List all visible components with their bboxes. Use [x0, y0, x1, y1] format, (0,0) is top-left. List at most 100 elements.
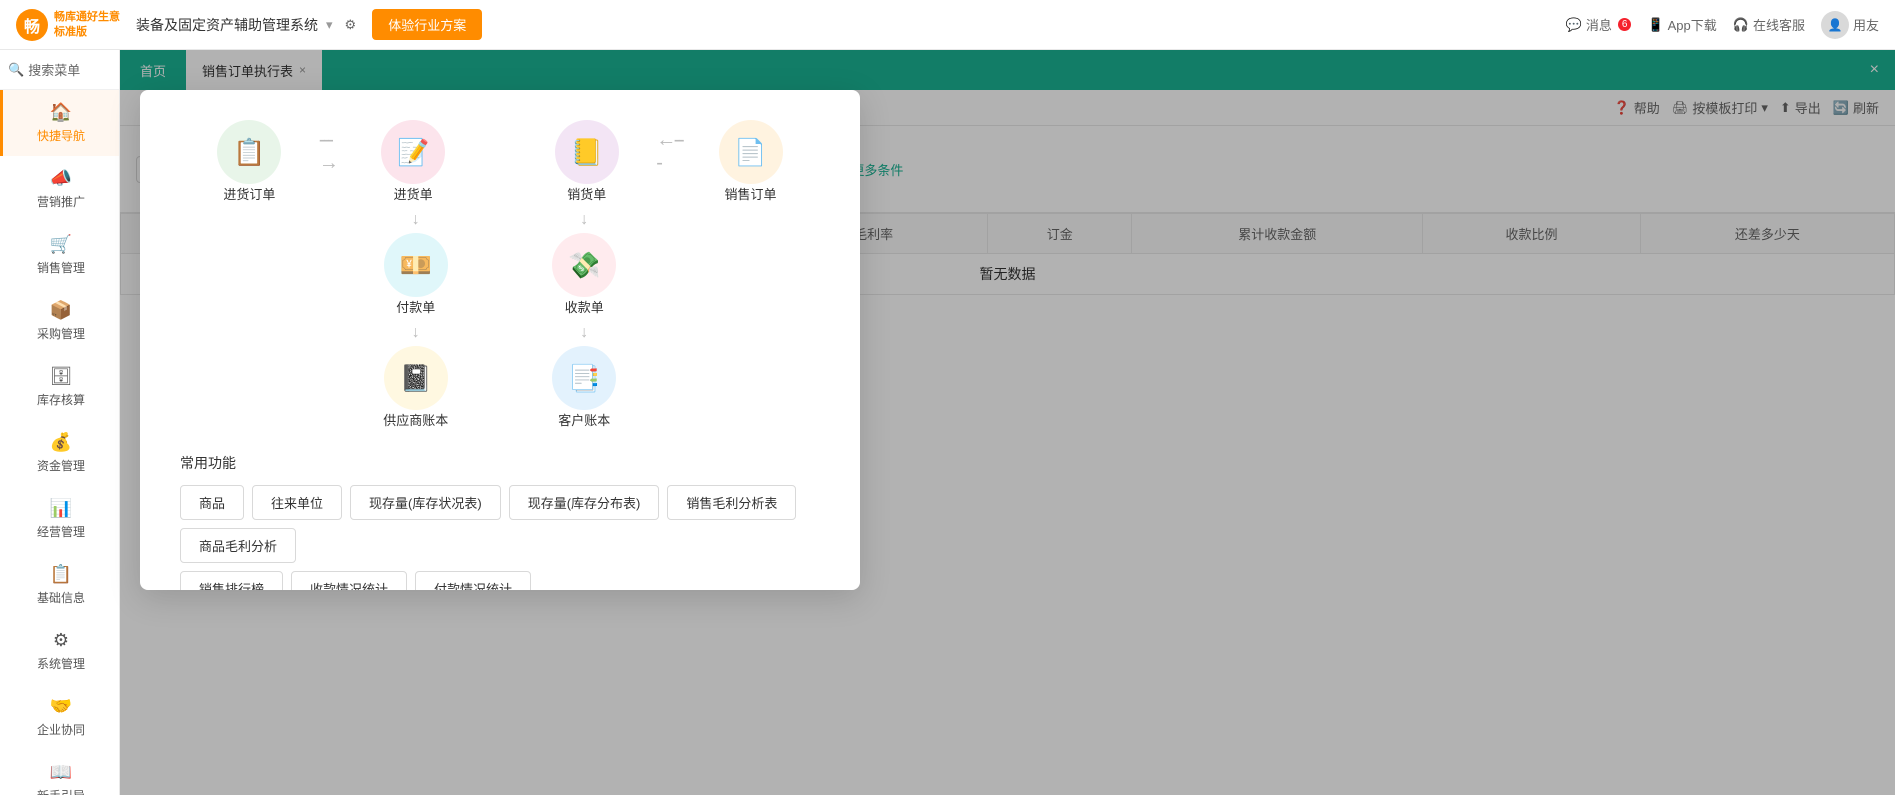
flow-cell-purchase-order: 📋 进货订单 [180, 120, 319, 203]
dropdown-icon[interactable]: ▾ [326, 17, 333, 33]
sales-order-label: 销售订单 [725, 184, 777, 203]
sidebar-item-enterprise[interactable]: 🤝 企业协同 [0, 684, 119, 750]
sales-order-circle[interactable]: 📄 [719, 120, 783, 184]
system-icon: ⚙ [53, 630, 69, 651]
sidebar-search[interactable]: 🔍 搜索菜单 [0, 50, 119, 90]
sidebar-label-system: 系统管理 [37, 655, 85, 672]
func-btn-payment-stats[interactable]: 付款情况统计 [415, 571, 531, 590]
payment-icon: 💴 [400, 250, 432, 281]
app-download-item[interactable]: 📱 App下载 [1647, 15, 1716, 34]
online-service-label: 在线客服 [1753, 15, 1805, 34]
supplier-label: 供应商账本 [383, 410, 448, 429]
message-item[interactable]: 💬 消息 6 [1566, 15, 1632, 34]
func-btn-sales-rank[interactable]: 销售排行榜 [180, 571, 283, 590]
spacer-arrow-m [483, 211, 517, 229]
purchase-icon: 📦 [50, 300, 72, 321]
sidebar: 🔍 搜索菜单 🏠 快捷导航 📣 营销推广 🛒 销售管理 📦 采购管理 🗄 库存核… [0, 50, 120, 795]
flow-cell-sales-order: 📄 销售订单 [681, 120, 820, 203]
user-name: 用友 [1853, 15, 1879, 34]
down-arrow-icon-4: ↓ [580, 324, 588, 342]
sidebar-item-basic-info[interactable]: 📋 基础信息 [0, 552, 119, 618]
sidebar-label-basic-info: 基础信息 [37, 589, 85, 606]
func-btn-receipt-stats[interactable]: 收款情况统计 [291, 571, 407, 590]
function-buttons-grid: 商品 往来单位 现存量(库存状况表) 现存量(库存分布表) 销售毛利分析表 商品… [180, 485, 820, 563]
home-icon: 🏠 [50, 102, 72, 123]
flow-cell-purchase-slip: 📝 进货单 [344, 120, 483, 203]
sidebar-label-guide: 新手引导 [37, 787, 85, 795]
func-btn-sales-profit[interactable]: 销售毛利分析表 [667, 485, 796, 520]
finance-icon: 💰 [50, 432, 72, 453]
gear-icon[interactable]: ⚙ [345, 17, 357, 33]
marketing-icon: 📣 [50, 168, 72, 189]
sidebar-label-quick-nav: 快捷导航 [37, 127, 85, 144]
purchase-order-icon: 📋 [233, 137, 265, 168]
sidebar-label-marketing: 营销推广 [37, 193, 85, 210]
sidebar-item-system[interactable]: ⚙ 系统管理 [0, 618, 119, 684]
spacer-left [180, 211, 315, 229]
func-btn-stock-status[interactable]: 现存量(库存状况表) [350, 485, 501, 520]
receipt-label: 收款单 [565, 297, 604, 316]
message-icon: 💬 [1566, 17, 1582, 33]
sidebar-label-inventory: 库存核算 [37, 391, 85, 408]
purchase-slip-icon: 📝 [397, 137, 429, 168]
experience-button[interactable]: 体验行业方案 [372, 9, 482, 40]
header-right: 💬 消息 6 📱 App下载 🎧 在线客服 👤 用友 [1566, 11, 1879, 39]
func-btn-product-profit[interactable]: 商品毛利分析 [180, 528, 296, 563]
down-arrow-receipt: ↓ [517, 324, 652, 342]
flow-cell-sales-slip: 📒 销货单 [517, 120, 656, 203]
user-item[interactable]: 👤 用友 [1821, 11, 1879, 39]
purchase-order-circle[interactable]: 📋 [217, 120, 281, 184]
popup-card: 📋 进货订单 - - - → 📝 进货单 [140, 90, 860, 590]
spacer-arrow-l [315, 211, 349, 229]
sales-icon: 🛒 [50, 234, 72, 255]
customer-circle[interactable]: 📑 [552, 346, 616, 410]
arrow-1: - - - → [319, 129, 344, 195]
flow-cell-customer: 📑 客户账本 [517, 346, 652, 429]
flow-row-4: 📓 供应商账本 📑 客户账本 [180, 346, 820, 429]
sidebar-item-inventory[interactable]: 🗄 库存核算 [0, 354, 119, 420]
top-header: 畅 畅库通好生意 标准版 装备及固定资产辅助管理系统 ▾ ⚙ 体验行业方案 💬 … [0, 0, 1895, 50]
arrow-2: ← - - - [656, 129, 681, 195]
sidebar-item-finance[interactable]: 💰 资金管理 [0, 420, 119, 486]
operations-icon: 📊 [50, 498, 72, 519]
message-label: 消息 [1586, 15, 1612, 34]
sidebar-item-purchase[interactable]: 📦 采购管理 [0, 288, 119, 354]
receipt-circle[interactable]: 💸 [552, 233, 616, 297]
message-badge: 6 [1618, 18, 1632, 31]
logo-area: 畅 畅库通好生意 标准版 [16, 9, 136, 41]
sidebar-item-operations[interactable]: 📊 经营管理 [0, 486, 119, 552]
func-btn-partner[interactable]: 往来单位 [252, 485, 342, 520]
logo-icon: 畅 [16, 9, 48, 41]
func-btn-product[interactable]: 商品 [180, 485, 244, 520]
sidebar-item-quick-nav[interactable]: 🏠 快捷导航 [0, 90, 119, 156]
enterprise-icon: 🤝 [50, 696, 72, 717]
flow-cell-receipt: 💸 收款单 [517, 233, 652, 316]
popup-overlay[interactable]: 📋 进货订单 - - - → 📝 进货单 [120, 50, 1895, 795]
down-arrow-payment: ↓ [348, 324, 483, 342]
supplier-circle[interactable]: 📓 [384, 346, 448, 410]
avatar: 👤 [1821, 11, 1849, 39]
function-buttons-grid-2: 销售排行榜 收款情况统计 付款情况统计 [180, 571, 820, 590]
sidebar-label-purchase: 采购管理 [37, 325, 85, 342]
func-btn-stock-dist[interactable]: 现存量(库存分布表) [509, 485, 660, 520]
sidebar-label-operations: 经营管理 [37, 523, 85, 540]
sidebar-item-sales[interactable]: 🛒 销售管理 [0, 222, 119, 288]
sales-slip-circle[interactable]: 📒 [555, 120, 619, 184]
sp4 [652, 324, 686, 342]
right-arrow-1: - - - → [319, 129, 344, 175]
sidebar-item-marketing[interactable]: 📣 营销推广 [0, 156, 119, 222]
spacer-right [685, 211, 820, 229]
online-service-item[interactable]: 🎧 在线客服 [1733, 15, 1805, 34]
sidebar-label-finance: 资金管理 [37, 457, 85, 474]
flow-row-0: 📋 进货订单 - - - → 📝 进货单 [180, 120, 820, 203]
purchase-slip-circle[interactable]: 📝 [381, 120, 445, 184]
down-arrow-icon-1: ↓ [412, 211, 420, 229]
sp3 [483, 324, 517, 342]
sidebar-item-guide[interactable]: 📖 新手引导 [0, 750, 119, 795]
basic-info-icon: 📋 [50, 564, 72, 585]
left-arrow-2: ← - - - [656, 129, 681, 175]
flow-row-2: 💴 付款单 💸 收款单 [180, 233, 820, 316]
sidebar-label-sales: 销售管理 [37, 259, 85, 276]
payment-circle[interactable]: 💴 [384, 233, 448, 297]
common-functions-title: 常用功能 [180, 453, 820, 473]
